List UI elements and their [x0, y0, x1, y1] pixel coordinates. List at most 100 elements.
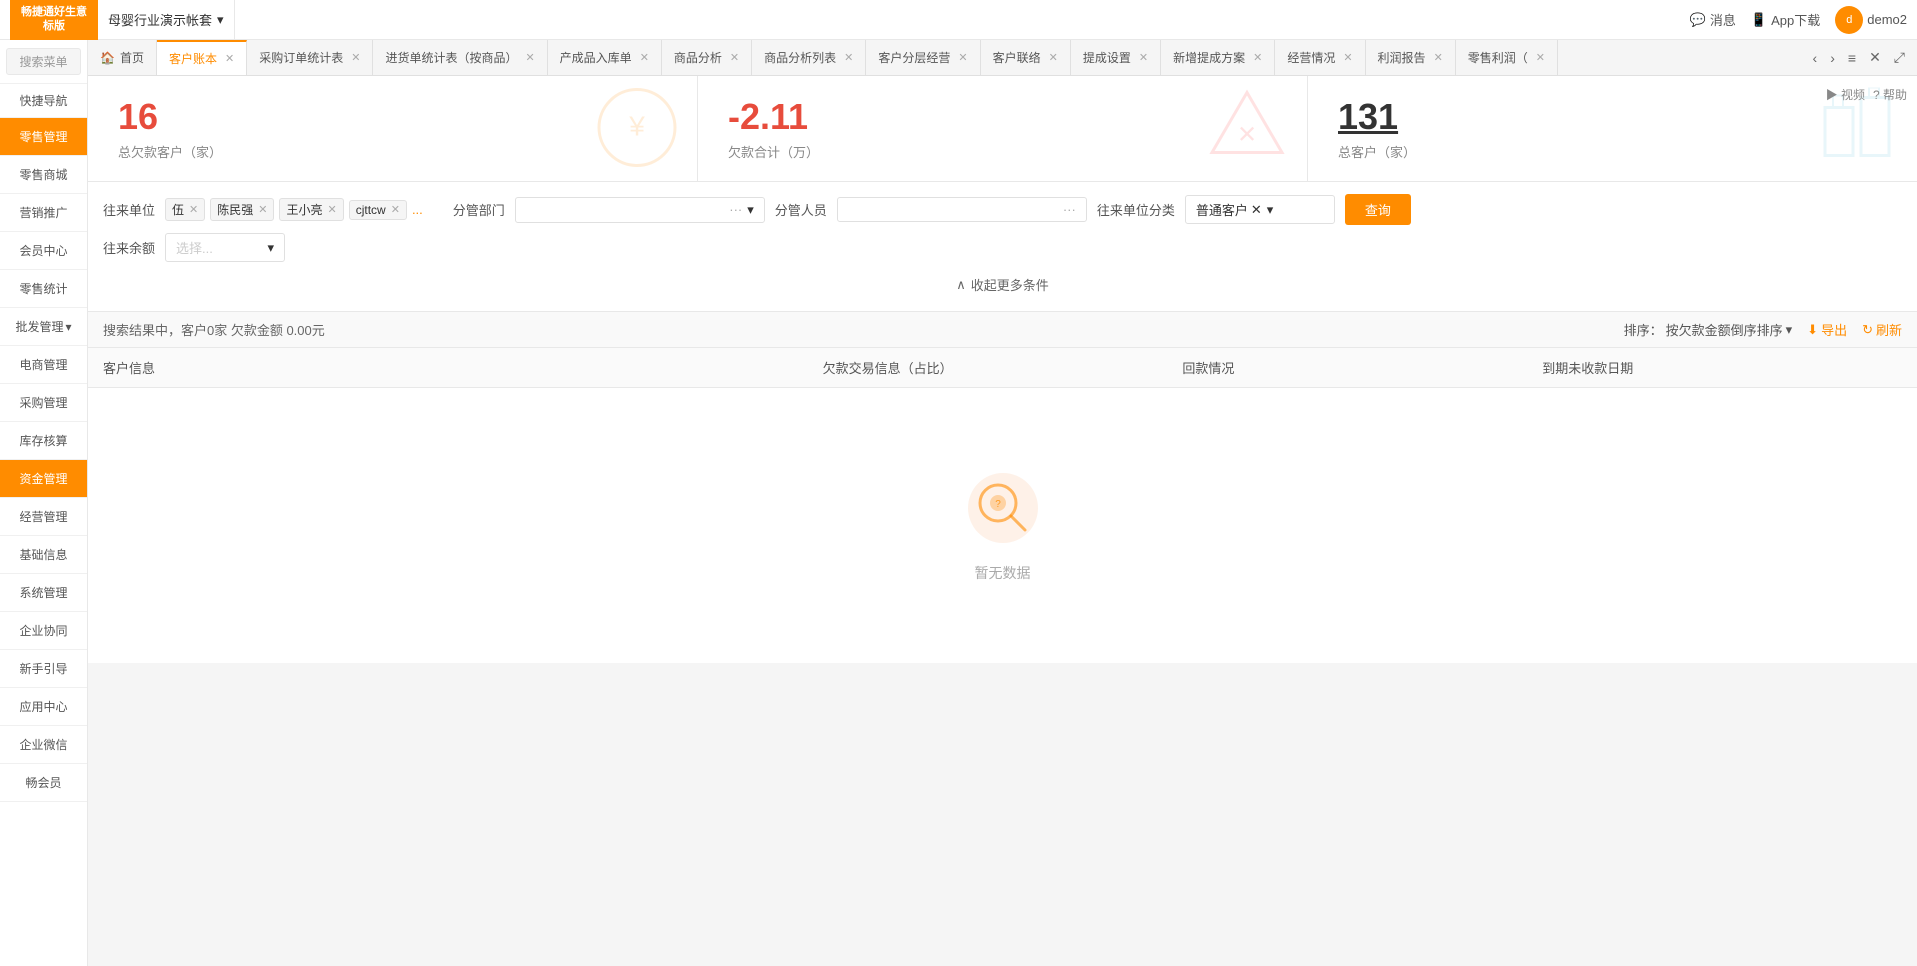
query-button[interactable]: 查询 — [1345, 194, 1411, 225]
sidebar-item-label: 经营管理 — [19, 510, 67, 524]
tab-purchase-order[interactable]: 采购订单统计表 ✕ — [247, 40, 373, 76]
unit-tag-cjttcw[interactable]: cjttcw ✕ — [349, 200, 407, 220]
help-label: 帮助 — [1883, 88, 1907, 102]
category-select[interactable]: 普通客户 ✕ ▾ — [1185, 195, 1335, 224]
remove-tag-icon[interactable]: ✕ — [189, 203, 198, 216]
sidebar-item-operations[interactable]: 经营管理 — [0, 498, 87, 536]
sidebar-item-retail-store[interactable]: 零售商城 — [0, 156, 87, 194]
dept-dots[interactable]: ··· — [729, 202, 742, 217]
sidebar-item-basic-info[interactable]: 基础信息 — [0, 536, 87, 574]
tab-prev-button[interactable]: ‹ — [1809, 48, 1822, 68]
stat-number-total[interactable]: 131 — [1338, 96, 1416, 138]
sidebar: 搜索菜单 快捷导航 零售管理 零售商城 营销推广 会员中心 零售统计 批发管理 … — [0, 40, 88, 966]
sidebar-item-label: 企业协同 — [19, 624, 67, 638]
sidebar-item-member[interactable]: 会员中心 — [0, 232, 87, 270]
collapse-label: 收起更多条件 — [971, 275, 1049, 294]
help-button[interactable]: ? 帮助 — [1873, 86, 1907, 103]
person-dots[interactable]: ··· — [1063, 202, 1076, 217]
close-tab-icon[interactable]: ✕ — [640, 51, 649, 64]
tab-goods-analysis-list[interactable]: 商品分析列表 ✕ — [752, 40, 866, 76]
close-tab-icon[interactable]: ✕ — [525, 51, 534, 64]
sidebar-item-inventory[interactable]: 库存核算 — [0, 422, 87, 460]
remove-category-tag-icon[interactable]: ✕ — [1251, 202, 1262, 218]
tab-goods-analysis[interactable]: 商品分析 ✕ — [662, 40, 752, 76]
close-tab-icon[interactable]: ✕ — [844, 51, 853, 64]
search-menu-button[interactable]: 搜索菜单 — [6, 48, 81, 75]
collapse-button[interactable]: ∧ 收起更多条件 — [103, 270, 1902, 299]
messages-label: 消息 — [1710, 10, 1736, 29]
tab-expand-button[interactable]: ⤢ — [1890, 47, 1909, 68]
stat-number-debt: -2.11 — [728, 96, 819, 138]
category-filter-label: 往来单位分类 — [1097, 200, 1175, 219]
quick-nav-button[interactable]: 快捷导航 — [0, 84, 87, 118]
tab-customer-accounts[interactable]: 客户账本 ✕ — [157, 40, 247, 76]
tab-label: 进货单统计表（按商品） — [385, 49, 517, 66]
tab-next-button[interactable]: › — [1826, 48, 1839, 68]
close-tab-icon[interactable]: ✕ — [225, 52, 234, 65]
sidebar-item-marketing[interactable]: 营销推广 — [0, 194, 87, 232]
tab-retail-profit[interactable]: 零售利润（ ✕ — [1456, 40, 1558, 76]
user-profile[interactable]: d demo2 — [1835, 6, 1907, 34]
sort-select[interactable]: 排序： 按欠款金额倒序排序 ▾ — [1624, 320, 1793, 339]
close-tab-icon[interactable]: ✕ — [1536, 51, 1545, 64]
export-button[interactable]: ⬇ 导出 — [1807, 320, 1847, 339]
col-debt-info: 欠款交易信息（占比） — [823, 358, 1183, 377]
sidebar-item-ecommerce[interactable]: 电商管理 — [0, 346, 87, 384]
sidebar-item-system[interactable]: 系统管理 — [0, 574, 87, 612]
amount-select[interactable]: 选择... ▾ — [165, 233, 285, 262]
messages-button[interactable]: 💬 消息 — [1690, 10, 1736, 29]
industry-selector[interactable]: 母婴行业演示帐套 ▾ — [98, 0, 235, 39]
sidebar-item-retail[interactable]: 零售管理 — [0, 118, 87, 156]
tab-label: 新增提成方案 — [1173, 49, 1245, 66]
sidebar-item-wholesale[interactable]: 批发管理 ▾ — [0, 308, 87, 346]
tab-label: 客户联络 — [993, 49, 1041, 66]
chevron-down-icon: ▾ — [1786, 322, 1793, 338]
stat-card-help: ▶ 视频 ? 帮助 — [1826, 86, 1907, 103]
sidebar-item-purchase[interactable]: 采购管理 — [0, 384, 87, 422]
remove-tag-icon[interactable]: ✕ — [391, 203, 400, 216]
unit-tag-wang[interactable]: 王小亮 ✕ — [279, 198, 343, 221]
person-select[interactable]: ··· — [837, 197, 1087, 222]
tab-business-status[interactable]: 经营情况 ✕ — [1275, 40, 1365, 76]
remove-tag-icon[interactable]: ✕ — [328, 203, 337, 216]
tab-more-button[interactable]: ≡ — [1844, 48, 1860, 68]
sidebar-item-app-center[interactable]: 应用中心 — [0, 688, 87, 726]
avatar: d — [1835, 6, 1863, 34]
sidebar-item-enterprise-wechat[interactable]: 企业微信 — [0, 726, 87, 764]
sidebar-item-new-guide[interactable]: 新手引导 — [0, 650, 87, 688]
close-tab-icon[interactable]: ✕ — [1434, 51, 1443, 64]
sidebar-item-retail-stats[interactable]: 零售统计 — [0, 270, 87, 308]
refresh-button[interactable]: ↻ 刷新 — [1862, 320, 1902, 339]
tab-customer-tier[interactable]: 客户分层经营 ✕ — [866, 40, 980, 76]
close-tab-icon[interactable]: ✕ — [958, 51, 967, 64]
tab-customer-contact[interactable]: 客户联络 ✕ — [981, 40, 1071, 76]
top-right-area: 💬 消息 📱 App下载 d demo2 — [1690, 6, 1907, 34]
sidebar-item-finance[interactable]: 资金管理 — [0, 460, 87, 498]
play-icon: ▶ — [1826, 88, 1838, 102]
app-download-button[interactable]: 📱 App下载 — [1751, 10, 1820, 29]
sidebar-item-enterprise-collab[interactable]: 企业协同 — [0, 612, 87, 650]
dept-select[interactable]: ··· ▾ — [515, 197, 765, 223]
close-tab-icon[interactable]: ✕ — [1139, 51, 1148, 64]
tab-home[interactable]: 🏠 首页 — [88, 40, 157, 76]
unit-tag-chen[interactable]: 陈民强 ✕ — [210, 198, 274, 221]
tab-stock-in[interactable]: 进货单统计表（按商品） ✕ — [373, 40, 547, 76]
tab-profit-report[interactable]: 利润报告 ✕ — [1366, 40, 1456, 76]
close-tab-icon[interactable]: ✕ — [730, 51, 739, 64]
unit-tags-more[interactable]: ... — [412, 202, 423, 217]
close-tab-icon[interactable]: ✕ — [1343, 51, 1352, 64]
close-tab-icon[interactable]: ✕ — [1049, 51, 1058, 64]
video-help-button[interactable]: ▶ 视频 — [1826, 86, 1865, 103]
tab-product-in[interactable]: 产成品入库单 ✕ — [548, 40, 662, 76]
category-tag[interactable]: 普通客户 ✕ — [1196, 200, 1262, 219]
sidebar-item-vip-member[interactable]: 畅会员 — [0, 764, 87, 802]
tab-new-promotion[interactable]: 新增提成方案 ✕ — [1161, 40, 1275, 76]
tab-promotion-settings[interactable]: 提成设置 ✕ — [1071, 40, 1161, 76]
remove-tag-icon[interactable]: ✕ — [258, 203, 267, 216]
tab-close-all-button[interactable]: ✕ — [1865, 47, 1885, 68]
unit-tag-wu[interactable]: 伍 ✕ — [165, 198, 205, 221]
search-menu-area[interactable]: 搜索菜单 — [0, 40, 87, 84]
close-tab-icon[interactable]: ✕ — [351, 51, 360, 64]
close-tab-icon[interactable]: ✕ — [1253, 51, 1262, 64]
stat-main-customers: 16 总欠款客户（家） — [118, 96, 222, 161]
